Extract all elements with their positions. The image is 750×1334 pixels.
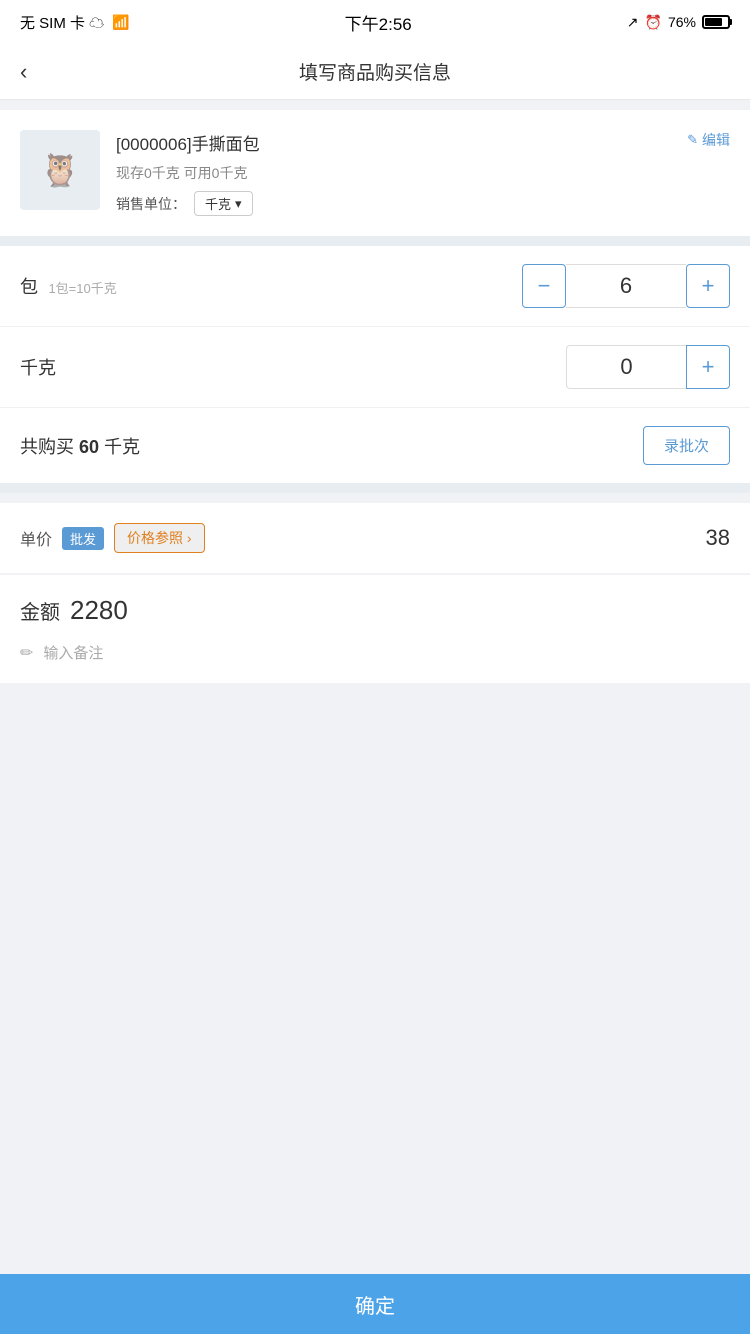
divider-1 xyxy=(0,236,750,246)
status-left: 无 SIM 卡 ☁ 📶 xyxy=(20,12,130,33)
price-ref-button[interactable]: 价格参照 › xyxy=(114,523,205,553)
qty-control-bao: − + xyxy=(522,264,730,308)
status-time: 下午2:56 xyxy=(345,10,412,35)
price-type-badge: 批发 xyxy=(62,527,104,550)
increment-kg-button[interactable]: + xyxy=(686,345,730,389)
qty-row-bao: 包 1包=10千克 − + xyxy=(0,246,750,327)
product-stock: 现存0千克 可用0千克 xyxy=(116,163,730,183)
product-thumbnail: 🦉 xyxy=(20,130,100,210)
qty-input-kg[interactable] xyxy=(566,345,686,389)
unit-label: 销售单位： xyxy=(116,194,186,214)
price-value: 38 xyxy=(215,525,730,551)
amount-label: 金额 xyxy=(20,596,60,625)
amount-value: 2280 xyxy=(70,595,128,626)
qty-label-kg: 千克 xyxy=(20,354,566,380)
product-info: [0000006]手撕面包 现存0千克 可用0千克 销售单位： 千克 ▾ xyxy=(116,130,730,216)
qty-main-label-kg: 千克 xyxy=(20,358,56,378)
content-area xyxy=(0,683,750,1003)
divider-2 xyxy=(0,483,750,493)
quantity-section: 包 1包=10千克 − + 千克 + xyxy=(0,246,750,408)
status-right: ↗ ⏰ 76% xyxy=(627,14,730,31)
edit-label: 编辑 xyxy=(702,130,730,150)
qty-control-kg: + xyxy=(566,345,730,389)
nav-bar: ‹ 填写商品购买信息 xyxy=(0,44,750,100)
qty-sub-label-bao: 1包=10千克 xyxy=(48,281,116,296)
product-card: 🦉 [0000006]手撕面包 现存0千克 可用0千克 销售单位： 千克 ▾ ✎… xyxy=(0,110,750,236)
wifi-icon: 📶 xyxy=(112,14,129,31)
decrement-bao-button[interactable]: − xyxy=(522,264,566,308)
note-row[interactable]: ✏ 输入备注 xyxy=(20,642,730,663)
price-section: 单价 批发 价格参照 › 38 xyxy=(0,503,750,573)
total-text: 共购买 60 千克 xyxy=(20,437,140,457)
qty-label-bao: 包 1包=10千克 xyxy=(20,273,522,299)
product-logo: 🦉 xyxy=(40,151,80,189)
batch-button[interactable]: 录批次 xyxy=(643,426,730,465)
confirm-button[interactable]: 确定 xyxy=(0,1274,750,1334)
battery-percent: 76% xyxy=(668,14,696,30)
price-label: 单价 xyxy=(20,526,52,550)
total-label: 共购买 60 千克 xyxy=(20,433,643,459)
alarm-icon: ⏰ xyxy=(645,14,662,31)
back-button[interactable]: ‹ xyxy=(20,59,27,85)
qty-row-kg: 千克 + xyxy=(0,327,750,408)
qty-main-label-bao: 包 xyxy=(20,277,38,297)
qty-input-bao[interactable] xyxy=(566,264,686,308)
product-unit-row: 销售单位： 千克 ▾ xyxy=(116,191,730,216)
dropdown-icon: ▾ xyxy=(235,196,242,212)
increment-bao-button[interactable]: + xyxy=(686,264,730,308)
sim-label: 无 SIM 卡 ☁ xyxy=(20,12,104,33)
battery-icon xyxy=(702,15,730,29)
page-title: 填写商品购买信息 xyxy=(299,58,451,85)
unit-select[interactable]: 千克 ▾ xyxy=(194,191,253,216)
status-bar: 无 SIM 卡 ☁ 📶 下午2:56 ↗ ⏰ 76% xyxy=(0,0,750,44)
product-name: [0000006]手撕面包 xyxy=(116,130,730,155)
note-placeholder[interactable]: 输入备注 xyxy=(43,642,103,663)
edit-button[interactable]: ✎ 编辑 xyxy=(687,130,730,150)
pencil-icon: ✏ xyxy=(20,643,33,663)
amount-row: 金额 2280 xyxy=(20,595,730,626)
total-row: 共购买 60 千克 录批次 xyxy=(0,408,750,483)
edit-icon: ✎ xyxy=(687,132,698,148)
unit-value: 千克 xyxy=(205,194,231,213)
location-icon: ↗ xyxy=(627,14,639,31)
amount-section: 金额 2280 ✏ 输入备注 xyxy=(0,575,750,683)
